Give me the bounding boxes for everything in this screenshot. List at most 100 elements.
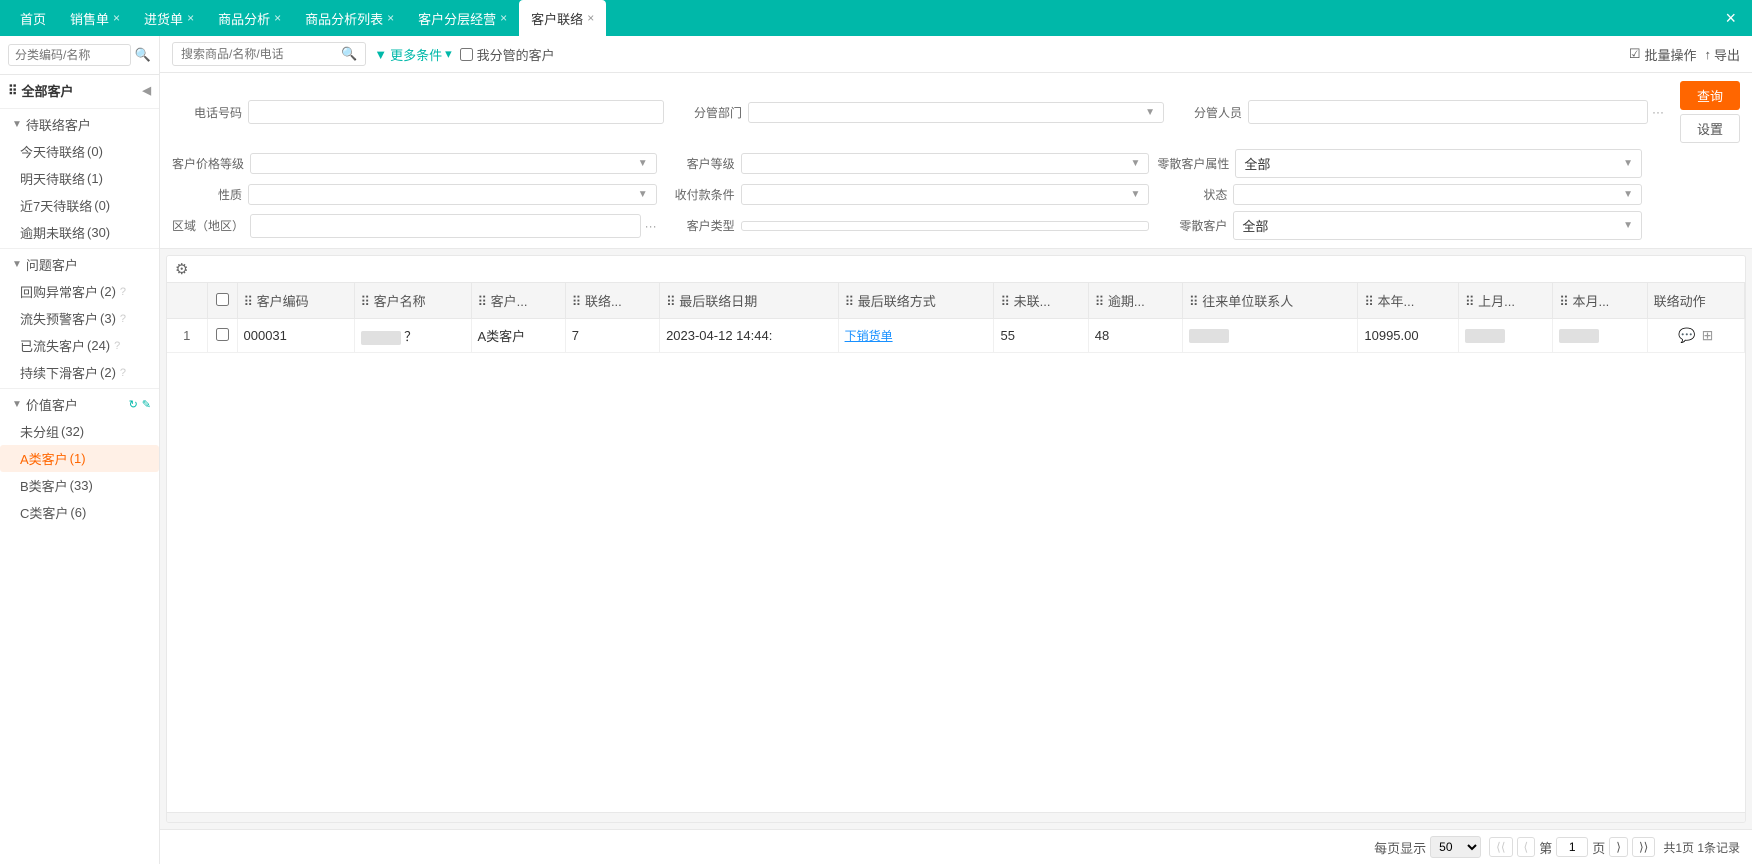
export-button[interactable]: ↑ 导出 <box>1704 45 1740 64</box>
my-customers-checkbox[interactable] <box>460 48 473 61</box>
retail-attr-select[interactable]: 全部 ▼ <box>1235 149 1642 178</box>
refresh-icon[interactable]: ↻ <box>129 398 138 411</box>
nav-purchase-close[interactable]: × <box>187 11 194 25</box>
col-uncontacted[interactable]: ⠿ 未联... <box>994 283 1088 319</box>
phone-input[interactable] <box>248 100 664 124</box>
help-icon-declining[interactable]: ? <box>120 367 126 379</box>
nav-customer-contact-close[interactable]: × <box>587 11 594 25</box>
sidebar-item-repurchase-anomaly[interactable]: 回购异常客户 (2) ? <box>0 278 159 305</box>
nav-customer-tier[interactable]: 客户分层经营 × <box>406 0 519 36</box>
filter-search-icon[interactable]: 🔍 <box>341 46 357 62</box>
filter-row-4: 区域（地区） ··· 客户类型 零散客户 全部 ▼ <box>172 211 1740 240</box>
value-customers-group[interactable]: ▼ 价值客户 ↻ ✎ <box>0 391 159 418</box>
filter-search-input[interactable] <box>181 47 341 61</box>
help-icon-repurchase[interactable]: ? <box>120 286 126 298</box>
nav-product-analysis-close[interactable]: × <box>274 11 281 25</box>
close-all-button[interactable]: × <box>1717 8 1744 29</box>
col-company-contact[interactable]: ⠿ 往来单位联系人 <box>1183 283 1358 319</box>
nav-sales-close[interactable]: × <box>113 11 120 25</box>
manager-input[interactable] <box>1248 100 1648 124</box>
collapse-sidebar-icon[interactable]: ◀ <box>143 84 151 97</box>
filter-customer-level: 客户等级 ▼ <box>665 153 1150 174</box>
cell-index: 1 <box>167 319 207 353</box>
data-table-container: ⚙ ⠿ 客户编码 ⠿ 客户名 <box>166 255 1746 823</box>
first-page-button[interactable]: ⟨⟨ <box>1489 837 1512 857</box>
col-code[interactable]: ⠿ 客户编码 <box>237 283 354 319</box>
sidebar-item-declining[interactable]: 持续下滑客户 (2) ? <box>0 359 159 386</box>
price-level-select[interactable]: ▼ <box>250 153 657 174</box>
nav-customer-tier-close[interactable]: × <box>500 11 507 25</box>
col-overdue[interactable]: ⠿ 逾期... <box>1088 283 1182 319</box>
col-type-sort-icon: ⠿ <box>478 294 488 309</box>
manager-dots-icon[interactable]: ··· <box>1652 105 1664 119</box>
col-last-method[interactable]: ⠿ 最后联络方式 <box>838 283 994 319</box>
problem-customers-group[interactable]: ▼ 问题客户 <box>0 251 159 278</box>
nav-product-analysis-list-close[interactable]: × <box>387 11 394 25</box>
sidebar-item-ungrouped[interactable]: 未分组 (32) <box>0 418 159 445</box>
query-button[interactable]: 查询 <box>1680 81 1740 110</box>
last-page-button[interactable]: ⟩⟩ <box>1632 837 1655 857</box>
page-size-area: 每页显示 50 100 200 <box>1374 836 1481 858</box>
next-page-button[interactable]: ⟩ <box>1609 837 1628 857</box>
col-this-year[interactable]: ⠿ 本年... <box>1358 283 1459 319</box>
sidebar-item-a-class[interactable]: A类客户 (1) <box>0 445 159 472</box>
status-select[interactable]: ▼ <box>1233 184 1642 205</box>
row-checkbox[interactable] <box>216 328 229 341</box>
region-dots-icon[interactable]: ··· <box>645 219 657 233</box>
nav-purchase[interactable]: 进货单 × <box>132 0 206 36</box>
col-last-month[interactable]: ⠿ 上月... <box>1459 283 1553 319</box>
nav-sales[interactable]: 销售单 × <box>58 0 132 36</box>
settings-button[interactable]: 设置 <box>1680 114 1740 143</box>
horizontal-scrollbar[interactable] <box>167 812 1745 822</box>
sidebar-search-icon[interactable]: 🔍 <box>135 47 151 63</box>
table-scroll-area[interactable]: ⠿ 客户编码 ⠿ 客户名称 ⠿ 客户... <box>167 283 1745 812</box>
cell-checkbox[interactable] <box>207 319 237 353</box>
col-contact[interactable]: ⠿ 联络... <box>565 283 659 319</box>
col-checkbox[interactable] <box>207 283 237 319</box>
batch-ops-button[interactable]: ☑ 批量操作 <box>1629 45 1697 64</box>
sidebar-item-churned[interactable]: 已流失客户 (24) ? <box>0 332 159 359</box>
sidebar-item-7day-contact[interactable]: 近7天待联络 (0) <box>0 192 159 219</box>
col-this-month[interactable]: ⠿ 本月... <box>1553 283 1647 319</box>
main-layout: 🔍 ⠿ 全部客户 ◀ ▼ 待联络客户 今天待联络 (0) 明天待联络 (1) 近… <box>0 36 1752 864</box>
col-last-date[interactable]: ⠿ 最后联络日期 <box>660 283 839 319</box>
page-number-input[interactable] <box>1556 837 1588 857</box>
dept-select[interactable]: ▼ <box>748 102 1164 123</box>
customer-type-select[interactable] <box>741 221 1150 231</box>
sidebar-search-input[interactable] <box>8 44 131 66</box>
region-input[interactable] <box>250 214 641 238</box>
edit-icon[interactable]: ✎ <box>142 398 151 411</box>
sidebar-item-c-class[interactable]: C类客户 (6) <box>0 499 159 526</box>
sidebar-item-churn-warning[interactable]: 流失预警客户 (3) ? <box>0 305 159 332</box>
col-company-contact-sort-icon: ⠿ <box>1189 294 1199 309</box>
help-icon-churned[interactable]: ? <box>114 340 120 352</box>
prev-page-button[interactable]: ⟨ <box>1517 837 1536 857</box>
nav-product-analysis[interactable]: 商品分析 × <box>206 0 293 36</box>
nav-customer-contact[interactable]: 客户联络 × <box>519 0 606 36</box>
payment-select[interactable]: ▼ <box>741 184 1150 205</box>
sidebar-item-b-class[interactable]: B类客户 (33) <box>0 472 159 499</box>
more-conditions-button[interactable]: ▼ 更多条件 ▾ <box>374 45 451 64</box>
select-all-checkbox[interactable] <box>216 293 229 306</box>
grid-action-icon[interactable]: ⊞ <box>1702 327 1714 344</box>
help-icon-churn-warning[interactable]: ? <box>120 313 126 325</box>
col-sort-icon: ⠿ <box>244 294 254 309</box>
col-name[interactable]: ⠿ 客户名称 <box>354 283 471 319</box>
customer-level-select[interactable]: ▼ <box>741 153 1150 174</box>
dept-chevron-icon: ▼ <box>1145 107 1155 118</box>
sidebar-item-tomorrow-contact[interactable]: 明天待联络 (1) <box>0 165 159 192</box>
pending-contact-group[interactable]: ▼ 待联络客户 <box>0 111 159 138</box>
my-customers-checkbox-area[interactable]: 我分管的客户 <box>460 45 555 64</box>
value-customers-triangle: ▼ <box>12 399 22 410</box>
nav-home[interactable]: 首页 <box>8 0 58 36</box>
page-size-select[interactable]: 50 100 200 <box>1430 836 1481 858</box>
col-type[interactable]: ⠿ 客户... <box>471 283 565 319</box>
nature-select[interactable]: ▼ <box>248 184 657 205</box>
sidebar-item-today-contact[interactable]: 今天待联络 (0) <box>0 138 159 165</box>
retail-customer-select[interactable]: 全部 ▼ <box>1233 211 1642 240</box>
sidebar-item-overdue-contact[interactable]: 逾期未联络 (30) <box>0 219 159 246</box>
chat-action-icon[interactable]: 💬 <box>1678 327 1695 344</box>
all-customers-header[interactable]: ⠿ 全部客户 ◀ <box>0 75 159 106</box>
nav-product-analysis-list[interactable]: 商品分析列表 × <box>293 0 406 36</box>
table-settings-icon[interactable]: ⚙ <box>175 260 188 278</box>
